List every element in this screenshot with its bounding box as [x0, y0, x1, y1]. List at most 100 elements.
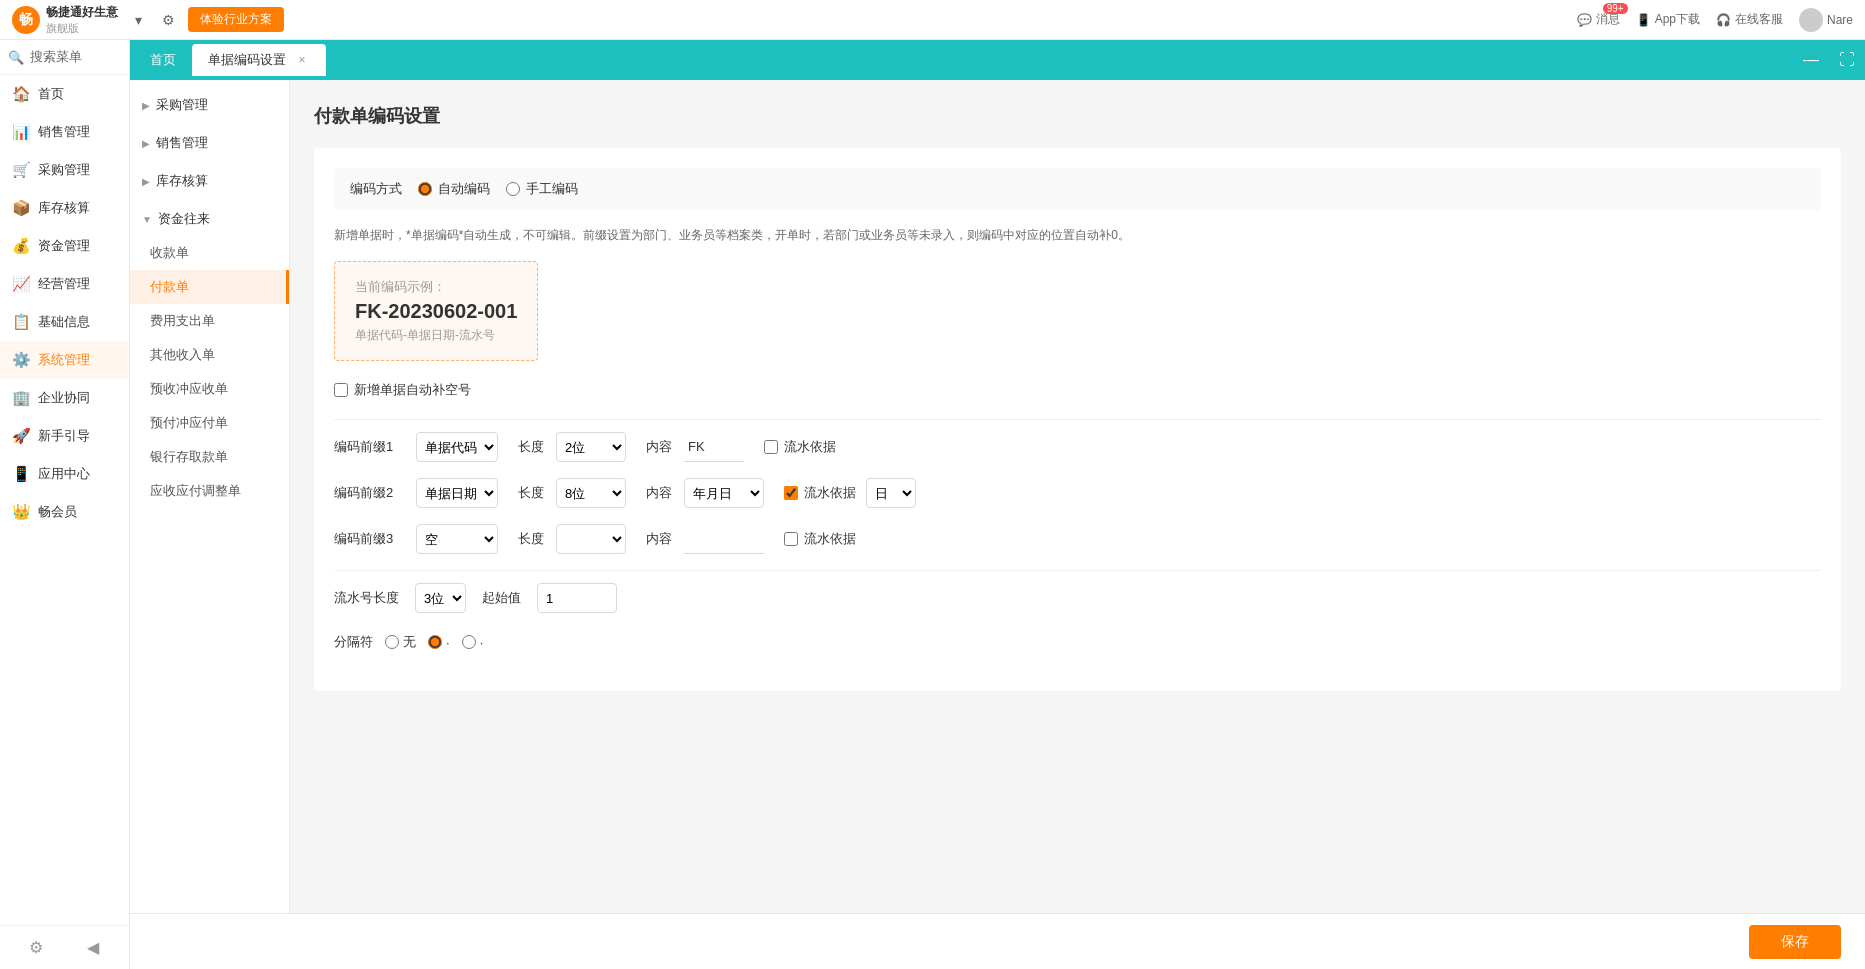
separator-row: 分隔符 无 · · [334, 633, 1821, 651]
settings-panel: 编码方式 自动编码 手工编码 [314, 148, 1841, 691]
sub-group-inventory-header[interactable]: ▶ 库存核算 [130, 164, 289, 198]
serial-start-input[interactable] [537, 583, 617, 613]
manual-encoding-option[interactable]: 手工编码 [506, 180, 578, 198]
sub-item-prepay-ar[interactable]: 预收冲应收单 [130, 372, 289, 406]
prefix1-length-select[interactable]: 2位 4位 [556, 432, 626, 462]
sub-item-adjustment[interactable]: 应收应付调整单 [130, 474, 289, 508]
prefix2-flow-checkbox[interactable] [784, 486, 798, 500]
serial-start-label: 起始值 [482, 589, 521, 607]
message-badge: 99+ [1603, 3, 1628, 14]
sidebar-item-operation[interactable]: 📈 经营管理 [0, 265, 129, 303]
sub-item-prepay-ap[interactable]: 预付冲应付单 [130, 406, 289, 440]
prefix3-content-label: 内容 [646, 530, 672, 548]
auto-fill-row: 新增单据自动补空号 [334, 381, 1821, 399]
prefix2-content-select[interactable]: 年月日 年月 年 [684, 478, 764, 508]
prefix1-flow-checkbox[interactable] [764, 440, 778, 454]
sub-group-fund-header[interactable]: ▼ 资金往来 [130, 202, 289, 236]
tab-close-icon[interactable]: × [294, 52, 310, 68]
inventory-icon: 📦 [12, 199, 30, 217]
sub-group-sales: ▶ 销售管理 [130, 126, 289, 160]
prefix2-flow-select[interactable]: 日 月 年 [866, 478, 916, 508]
prefix2-label: 编码前缀2 [334, 484, 404, 502]
prefix1-row: 编码前缀1 单据代码 单据日期 空 长度 2位 4位 内容 FK [334, 432, 1821, 462]
enterprise-icon: 🏢 [12, 389, 30, 407]
serial-length-select[interactable]: 3位 4位 5位 [415, 583, 466, 613]
tab-minimize-icon[interactable]: — [1797, 46, 1825, 74]
serial-row: 流水号长度 3位 4位 5位 起始值 [334, 583, 1821, 613]
prefix3-flow-checkbox[interactable] [784, 532, 798, 546]
prefix3-length-select[interactable] [556, 524, 626, 554]
sidebar-item-finance[interactable]: 💰 资金管理 [0, 227, 129, 265]
apps-icon: 📱 [12, 465, 30, 483]
prefix2-length-label: 长度 [518, 484, 544, 502]
sidebar-item-member[interactable]: 👑 畅会员 [0, 493, 129, 531]
sub-item-other-income[interactable]: 其他收入单 [130, 338, 289, 372]
sidebar-settings-btn[interactable]: ⚙ [12, 938, 61, 957]
sidebar-item-basic[interactable]: 📋 基础信息 [0, 303, 129, 341]
code-preview-box: 当前编码示例： FK-20230602-001 单据代码-单据日期-流水号 [334, 261, 538, 361]
main-content: 付款单编码设置 编码方式 自动编码 手工编码 [290, 80, 1865, 913]
sub-item-expense[interactable]: 费用支出单 [130, 304, 289, 338]
sales-icon: 📊 [12, 123, 30, 141]
manual-encoding-radio[interactable] [506, 182, 520, 196]
sidebar: 🔍 搜索菜单 🏠 首页 📊 销售管理 🛒 采购管理 📦 库存核算 💰 [0, 40, 130, 969]
top-bar-left: 畅 畅捷通好生意 旗舰版 ▾ ⚙ 体验行业方案 [12, 4, 1569, 36]
experience-button[interactable]: 体验行业方案 [188, 7, 284, 32]
sep-none-radio[interactable] [385, 635, 399, 649]
sidebar-item-system[interactable]: ⚙️ 系统管理 [0, 341, 129, 379]
auto-encoding-radio[interactable] [418, 182, 432, 196]
auto-encoding-option[interactable]: 自动编码 [418, 180, 490, 198]
separator-label: 分隔符 [334, 633, 373, 651]
top-bar-right: 💬 消息 99+ 📱 App下载 🎧 在线客服 Nare [1577, 8, 1853, 32]
sidebar-collapse-btn[interactable]: ◀ [69, 938, 118, 957]
system-icon: ⚙️ [12, 351, 30, 369]
chevron-right-icon2: ▶ [142, 138, 150, 149]
prefix2-content-label: 内容 [646, 484, 672, 502]
top-bar: 畅 畅捷通好生意 旗舰版 ▾ ⚙ 体验行业方案 💬 消息 99+ 📱 App下载… [0, 0, 1865, 40]
finance-icon: 💰 [12, 237, 30, 255]
auto-fill-checkbox[interactable] [334, 383, 348, 397]
sub-layout: ▶ 采购管理 ▶ 销售管理 ▶ 库存核算 [130, 80, 1865, 913]
prefix3-select[interactable]: 空 单据代码 单据日期 [416, 524, 498, 554]
tab-maximize-icon[interactable]: ⛶ [1833, 46, 1861, 74]
prefix1-select[interactable]: 单据代码 单据日期 空 [416, 432, 498, 462]
sep-dot-radio[interactable] [462, 635, 476, 649]
sep-none-option[interactable]: 无 [385, 633, 416, 651]
sidebar-item-sales[interactable]: 📊 销售管理 [0, 113, 129, 151]
brand-text: 畅捷通好生意 旗舰版 [46, 4, 118, 36]
encoding-method-label: 编码方式 [350, 180, 402, 198]
sub-item-receipt[interactable]: 收款单 [130, 236, 289, 270]
sub-group-purchase-header[interactable]: ▶ 采购管理 [130, 88, 289, 122]
encoding-radio-group: 自动编码 手工编码 [418, 180, 578, 198]
purchase-icon: 🛒 [12, 161, 30, 179]
sep-dash-option[interactable]: · [428, 635, 450, 650]
sub-group-sales-header[interactable]: ▶ 销售管理 [130, 126, 289, 160]
prefix2-length-select[interactable]: 8位 4位 6位 [556, 478, 626, 508]
sidebar-item-apps[interactable]: 📱 应用中心 [0, 455, 129, 493]
settings-btn[interactable]: ⚙ [156, 8, 180, 32]
tab-home[interactable]: 首页 [134, 44, 192, 76]
search-menu[interactable]: 🔍 搜索菜单 [0, 40, 129, 75]
sep-dot-option[interactable]: · [462, 635, 484, 650]
brand: 畅 畅捷通好生意 旗舰版 [12, 4, 118, 36]
dropdown-btn[interactable]: ▾ [126, 8, 150, 32]
online-service-btn[interactable]: 🎧 在线客服 [1716, 11, 1783, 28]
sidebar-item-purchase[interactable]: 🛒 采购管理 [0, 151, 129, 189]
user-info[interactable]: Nare [1799, 8, 1853, 32]
app-download-btn[interactable]: 📱 App下载 [1636, 11, 1700, 28]
sub-item-payment[interactable]: 付款单 [130, 270, 289, 304]
save-button[interactable]: 保存 [1749, 925, 1841, 959]
sep-dash-radio[interactable] [428, 635, 442, 649]
divider2 [334, 570, 1821, 571]
prefix1-flow-check: 流水依据 [764, 438, 836, 456]
sidebar-item-guide[interactable]: 🚀 新手引导 [0, 417, 129, 455]
sub-item-bank[interactable]: 银行存取款单 [130, 440, 289, 474]
tab-encoding-settings[interactable]: 单据编码设置 × [192, 44, 326, 76]
tab-bar: 首页 单据编码设置 × — ⛶ [130, 40, 1865, 80]
sidebar-item-home[interactable]: 🏠 首页 [0, 75, 129, 113]
code-preview-value: FK-20230602-001 [355, 300, 517, 323]
prefix2-select[interactable]: 单据日期 单据代码 空 [416, 478, 498, 508]
message-btn[interactable]: 💬 消息 99+ [1577, 11, 1620, 28]
sidebar-item-inventory[interactable]: 📦 库存核算 [0, 189, 129, 227]
sidebar-item-enterprise[interactable]: 🏢 企业协同 [0, 379, 129, 417]
